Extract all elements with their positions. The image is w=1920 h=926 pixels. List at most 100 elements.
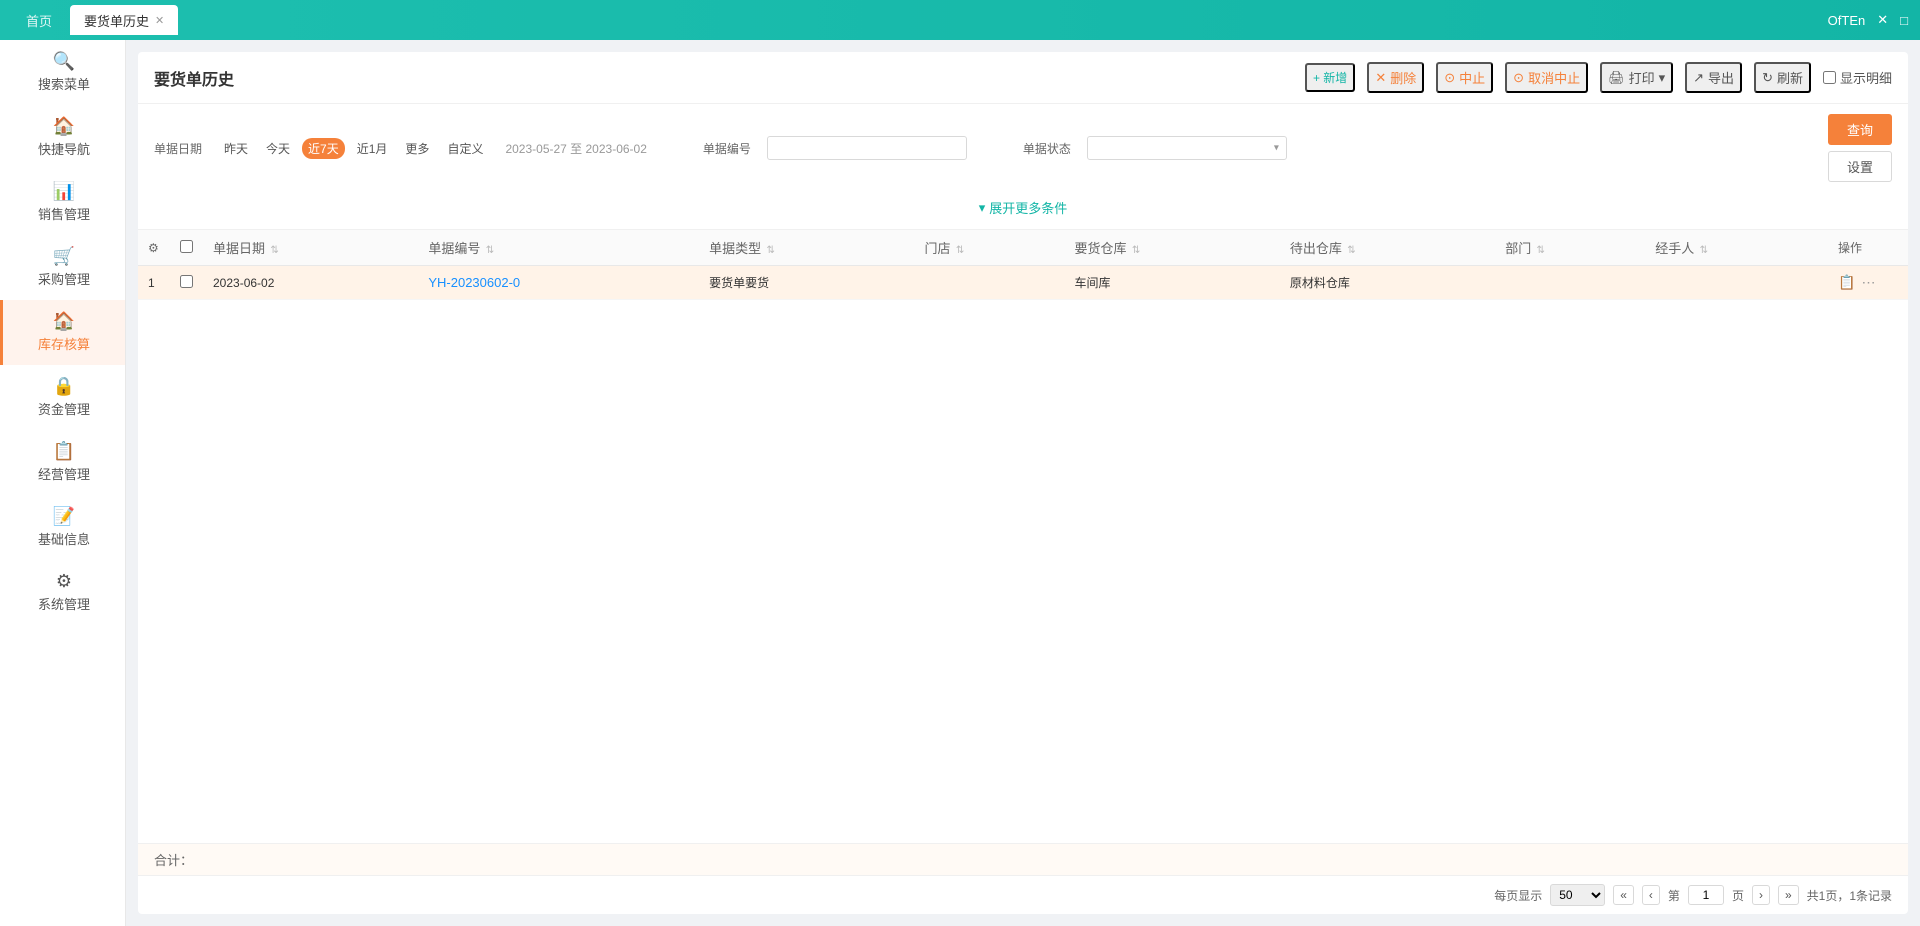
sidebar-item-quick-nav[interactable]: 🏠 快捷导航 (0, 105, 125, 170)
tab-requisition-history[interactable]: 要货单历史 ✕ (70, 5, 178, 35)
date-option-yesterday[interactable]: 昨天 (218, 138, 254, 159)
page-card: 要货单历史 + 新增 ✕ 删除 ⊙ 中止 ⊙ 取消中止 (138, 52, 1908, 914)
row-checkbox-cell[interactable] (170, 266, 203, 300)
expand-button[interactable]: ▾ 展开更多条件 (967, 194, 1080, 221)
sort-handler-icon: ⇅ (1700, 245, 1708, 256)
stop-icon: ⊙ (1444, 70, 1455, 86)
sidebar-item-inventory[interactable]: 🏠 库存核算 (0, 300, 125, 365)
status-select[interactable] (1087, 136, 1287, 160)
col-pending-warehouse-label: 待出仓库 (1290, 241, 1342, 256)
sidebar-item-purchase-label: 采购管理 (38, 269, 90, 288)
tab-home[interactable]: 首页 (12, 5, 66, 35)
select-all-checkbox[interactable] (180, 240, 193, 253)
col-handler[interactable]: 经手人 ⇅ (1645, 230, 1828, 266)
row-more-icon[interactable]: ⋯ (1861, 274, 1875, 291)
row-no: YH-20230602-0 (418, 266, 699, 300)
col-handler-label: 经手人 (1655, 241, 1694, 256)
page-title: 要货单历史 (154, 66, 234, 90)
col-dept[interactable]: 部门 ⇅ (1495, 230, 1645, 266)
date-option-more[interactable]: 更多 (399, 138, 435, 159)
col-no[interactable]: 单据编号 ⇅ (418, 230, 699, 266)
window-close-icon[interactable]: ✕ (1877, 12, 1888, 28)
col-type[interactable]: 单据类型 ⇅ (699, 230, 914, 266)
col-checkbox[interactable] (170, 230, 203, 266)
export-button[interactable]: ↗ 导出 (1685, 62, 1742, 93)
prev-page-button[interactable]: ‹ (1642, 885, 1660, 905)
show-detail-label[interactable]: 显示明细 (1823, 68, 1892, 87)
col-req-warehouse[interactable]: 要货仓库 ⇅ (1065, 230, 1280, 266)
first-page-button[interactable]: « (1613, 885, 1634, 905)
filter-row-1: 单据日期 昨天 今天 近7天 近1月 更多 自定义 2023-05-27 至 2… (154, 114, 1892, 182)
total-label: 合计： (154, 850, 193, 869)
tab-close-icon[interactable]: ✕ (155, 14, 164, 27)
next-page-button[interactable]: › (1752, 885, 1770, 905)
col-type-label: 单据类型 (709, 241, 761, 256)
stop-button[interactable]: ⊙ 中止 (1436, 62, 1493, 93)
cart-icon: 🛒 (53, 247, 75, 265)
col-date-label: 单据日期 (213, 241, 265, 256)
sidebar-item-sales[interactable]: 📊 销售管理 (0, 170, 125, 235)
inventory-icon: 🏠 (53, 312, 75, 330)
table-row[interactable]: 1 2023-06-02 YH-20230602-0 要货单要货 车间库 (138, 266, 1908, 300)
add-button[interactable]: + 新增 (1305, 63, 1355, 92)
row-req-warehouse: 车间库 (1065, 266, 1280, 300)
date-option-7days[interactable]: 近7天 (302, 138, 345, 159)
date-range-display: 2023-05-27 至 2023-06-02 (505, 140, 646, 157)
pagination-bar: 每页显示 50 10 20 100 « ‹ 第 页 › » 共1页，1条记录 (138, 875, 1908, 914)
row-store (914, 266, 1064, 300)
refresh-icon: ↻ (1762, 70, 1773, 86)
row-no-link[interactable]: YH-20230602-0 (428, 275, 520, 290)
main-layout: 🔍 搜索菜单 🏠 快捷导航 📊 销售管理 🛒 采购管理 🏠 库存核算 🔒 资金管… (0, 40, 1920, 926)
date-option-1month[interactable]: 近1月 (351, 138, 394, 159)
expand-icon: ▾ (979, 200, 986, 216)
bill-no-input[interactable] (767, 136, 967, 160)
sidebar-item-purchase[interactable]: 🛒 采购管理 (0, 235, 125, 300)
sidebar-item-operation[interactable]: 📋 经营管理 (0, 430, 125, 495)
page-size-select[interactable]: 50 10 20 100 (1550, 884, 1605, 906)
refresh-button[interactable]: ↻ 刷新 (1754, 62, 1811, 93)
date-filter-label: 单据日期 (154, 140, 202, 157)
delete-button[interactable]: ✕ 删除 (1367, 62, 1424, 93)
col-dept-label: 部门 (1505, 241, 1531, 256)
col-setting[interactable]: ⚙ (138, 230, 170, 266)
sort-no-icon: ⇅ (486, 245, 494, 256)
tab-requisition-label: 要货单历史 (84, 11, 149, 30)
sort-req-warehouse-icon: ⇅ (1132, 245, 1140, 256)
col-store[interactable]: 门店 ⇅ (914, 230, 1064, 266)
sidebar-item-finance[interactable]: 🔒 资金管理 (0, 365, 125, 430)
top-bar-right: OfTEn ✕ □ (1828, 12, 1908, 28)
col-date[interactable]: 单据日期 ⇅ (203, 230, 418, 266)
sidebar-item-system[interactable]: ⚙ 系统管理 (0, 560, 125, 625)
row-dept (1495, 266, 1645, 300)
show-detail-checkbox[interactable] (1823, 71, 1836, 84)
col-req-warehouse-label: 要货仓库 (1075, 241, 1127, 256)
row-type: 要货单要货 (699, 266, 914, 300)
query-button[interactable]: 查询 (1828, 114, 1892, 145)
bill-no-label: 单据编号 (703, 140, 751, 157)
cancel-stop-button[interactable]: ⊙ 取消中止 (1505, 62, 1588, 93)
page-label: 页 (1732, 887, 1744, 904)
print-button[interactable]: 🖨 打印 ▾ (1600, 62, 1673, 93)
row-edit-icon[interactable]: 📋 (1838, 274, 1855, 291)
export-icon: ↗ (1693, 70, 1704, 86)
row-checkbox[interactable] (180, 275, 193, 288)
chart-icon: 📊 (53, 182, 75, 200)
page-input[interactable] (1688, 885, 1724, 905)
sidebar-item-search[interactable]: 🔍 搜索菜单 (0, 40, 125, 105)
row-date: 2023-06-02 (203, 266, 418, 300)
date-option-custom[interactable]: 自定义 (441, 138, 489, 159)
window-maximize-icon[interactable]: □ (1900, 13, 1908, 28)
action-icons: 📋 ⋯ (1838, 274, 1898, 291)
date-option-today[interactable]: 今天 (260, 138, 296, 159)
col-pending-warehouse[interactable]: 待出仓库 ⇅ (1280, 230, 1495, 266)
goto-label: 第 (1668, 887, 1680, 904)
lock-icon: 🔒 (53, 377, 75, 395)
table-body: 1 2023-06-02 YH-20230602-0 要货单要货 车间库 (138, 266, 1908, 300)
toolbar: + 新增 ✕ 删除 ⊙ 中止 ⊙ 取消中止 🖨 打印 (1305, 62, 1892, 93)
sidebar-item-sales-label: 销售管理 (38, 204, 90, 223)
last-page-button[interactable]: » (1778, 885, 1799, 905)
setting-button[interactable]: 设置 (1828, 151, 1892, 182)
print-dropdown-icon: ▾ (1659, 70, 1666, 86)
sidebar-item-basic-info[interactable]: 📝 基础信息 (0, 495, 125, 560)
row-actions: 📋 ⋯ (1828, 266, 1908, 300)
